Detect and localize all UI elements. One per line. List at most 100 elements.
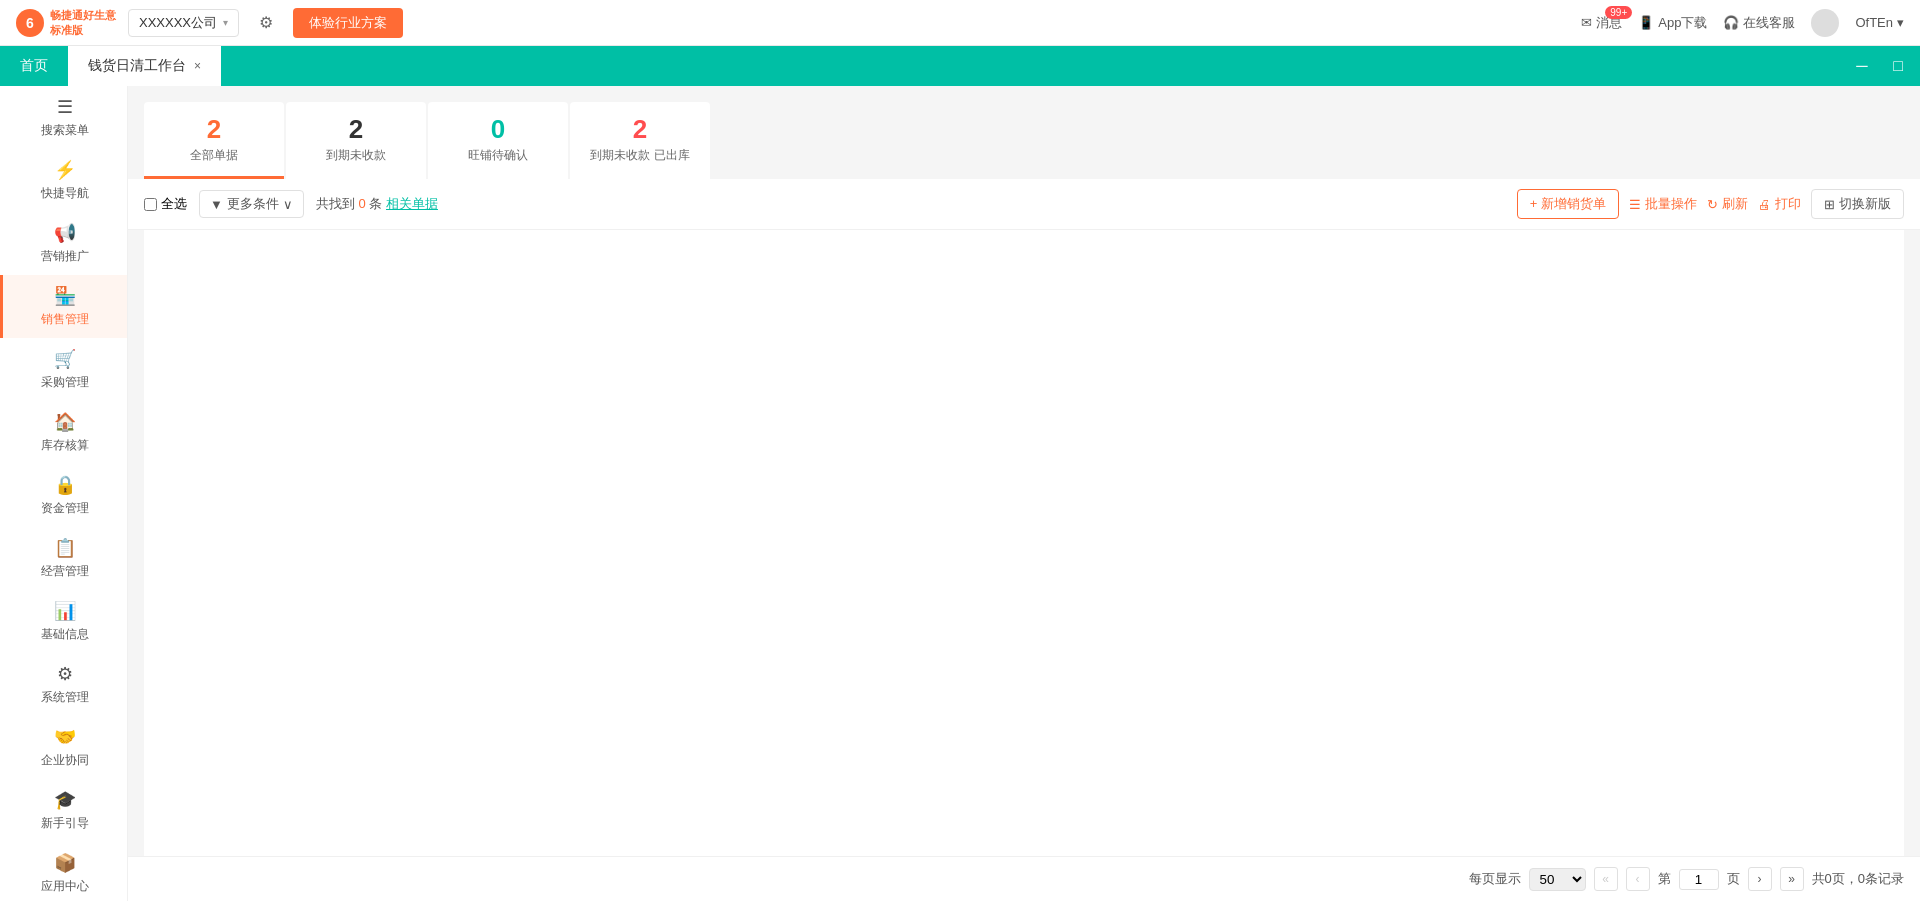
user-dropdown-icon: ▾: [1897, 15, 1904, 30]
settings-button[interactable]: ⚙: [251, 8, 281, 38]
card-pending[interactable]: 0 旺铺待确认: [428, 102, 568, 179]
sidebar-item-operations[interactable]: 📋 经营管理: [0, 527, 127, 590]
sidebar-item-search[interactable]: ☰ 搜索菜单: [0, 86, 127, 149]
per-page-select[interactable]: 50 10 20 100: [1529, 868, 1586, 891]
main-layout: ☰ 搜索菜单 ⚡ 快捷导航 📢 营销推广 🏪 销售管理 🛒 采购管理 🏠 库存核…: [0, 86, 1920, 901]
card-pending-label: 旺铺待确认: [448, 147, 548, 164]
switch-version-button[interactable]: ⊞ 切换新版: [1811, 189, 1904, 219]
refresh-button[interactable]: ↻ 刷新: [1707, 195, 1748, 213]
tab-work[interactable]: 钱货日清工作台 ×: [68, 46, 221, 86]
sidebar-label-sales: 销售管理: [41, 311, 89, 328]
finance-icon: 🔒: [54, 474, 76, 496]
user-name[interactable]: OfTEn ▾: [1855, 15, 1904, 30]
sidebar-label-system: 系统管理: [41, 689, 89, 706]
sidebar-label-enterprise: 企业协同: [41, 752, 89, 769]
card-outbound-label: 到期未收款 已出库: [590, 147, 690, 164]
sales-icon: 🏪: [54, 285, 76, 307]
found-unit: 条: [369, 196, 382, 211]
app-download-label: App下载: [1658, 14, 1707, 32]
nav-tabs: 首页 钱货日清工作台 × ─ □: [0, 46, 1920, 86]
download-icon: 📱: [1638, 15, 1654, 30]
last-page-button[interactable]: »: [1780, 867, 1804, 891]
chevron-down-icon: ▾: [223, 17, 228, 28]
card-outbound-count: 2: [590, 114, 690, 145]
toolbar-left: 全选 ▼ 更多条件 ∨ 共找到 0 条 相关单据: [144, 190, 1505, 218]
service-icon: 🎧: [1723, 15, 1739, 30]
online-service-button[interactable]: 🎧 在线客服: [1723, 14, 1795, 32]
prev-page-button[interactable]: ‹: [1626, 867, 1650, 891]
pagination: 每页显示 50 10 20 100 « ‹ 第 页 › » 共0页，0条记录: [128, 856, 1920, 901]
found-prefix: 共找到: [316, 196, 355, 211]
sidebar-item-marketing[interactable]: 📢 营销推广: [0, 212, 127, 275]
guide-icon: 🎓: [54, 789, 76, 811]
card-all[interactable]: 2 全部单据: [144, 102, 284, 179]
basic-info-icon: 📊: [54, 600, 76, 622]
sidebar-label-marketing: 营销推广: [41, 248, 89, 265]
card-all-count: 2: [164, 114, 264, 145]
refresh-icon: ↻: [1707, 197, 1718, 212]
first-page-button[interactable]: «: [1594, 867, 1618, 891]
logo-text: 畅捷通好生意 标准版: [50, 8, 116, 37]
sidebar-item-quick-nav[interactable]: ⚡ 快捷导航: [0, 149, 127, 212]
next-page-button[interactable]: ›: [1748, 867, 1772, 891]
minimize-icon[interactable]: ─: [1848, 52, 1876, 80]
select-all-checkbox[interactable]: 全选: [144, 195, 187, 213]
marketing-icon: 📢: [54, 222, 76, 244]
maximize-icon[interactable]: □: [1884, 52, 1912, 80]
trial-button[interactable]: 体验行业方案: [293, 8, 403, 38]
sidebar-item-inventory[interactable]: 🏠 库存核算: [0, 401, 127, 464]
online-service-label: 在线客服: [1743, 14, 1795, 32]
switch-icon: ⊞: [1824, 197, 1835, 212]
card-overdue[interactable]: 2 到期未收款: [286, 102, 426, 179]
sidebar-label-purchase: 采购管理: [41, 374, 89, 391]
message-button[interactable]: ✉ 消息 99+: [1581, 14, 1622, 32]
select-all-input[interactable]: [144, 198, 157, 211]
sidebar-item-app-center[interactable]: 📦 应用中心: [0, 842, 127, 901]
sidebar-label-guide: 新手引导: [41, 815, 89, 832]
sidebar-item-finance[interactable]: 🔒 资金管理: [0, 464, 127, 527]
print-icon: 🖨: [1758, 197, 1771, 212]
top-bar-left: 6 畅捷通好生意 标准版 XXXXXX公司 ▾ ⚙ 体验行业方案: [16, 8, 403, 38]
message-badge: 99+: [1605, 6, 1632, 19]
per-page-label: 每页显示: [1469, 870, 1521, 888]
toolbar: 全选 ▼ 更多条件 ∨ 共找到 0 条 相关单据 + 新增销货单 ☰: [128, 179, 1920, 230]
toolbar-right: + 新增销货单 ☰ 批量操作 ↻ 刷新 🖨 打印 ⊞ 切换新版: [1517, 189, 1904, 219]
filter-label: 更多条件: [227, 195, 279, 213]
avatar[interactable]: [1811, 9, 1839, 37]
card-overdue-count: 2: [306, 114, 406, 145]
related-link[interactable]: 相关单据: [386, 196, 438, 211]
close-tab-icon[interactable]: ×: [194, 59, 201, 73]
table-area: [144, 230, 1904, 856]
card-all-label: 全部单据: [164, 147, 264, 164]
app-center-icon: 📦: [54, 852, 76, 874]
card-pending-count: 0: [448, 114, 548, 145]
sidebar-item-purchase[interactable]: 🛒 采购管理: [0, 338, 127, 401]
page-input[interactable]: [1679, 869, 1719, 890]
company-selector[interactable]: XXXXXX公司 ▾: [128, 9, 239, 37]
work-tab-label: 钱货日清工作台: [88, 57, 186, 75]
system-icon: ⚙: [57, 663, 73, 685]
card-outbound[interactable]: 2 到期未收款 已出库: [570, 102, 710, 179]
logo-icon: 6: [16, 9, 44, 37]
sidebar-item-sales[interactable]: 🏪 销售管理: [0, 275, 127, 338]
tab-home[interactable]: 首页: [0, 46, 68, 86]
sidebar-label-search: 搜索菜单: [41, 122, 89, 139]
sidebar-item-basic-info[interactable]: 📊 基础信息: [0, 590, 127, 653]
filter-button[interactable]: ▼ 更多条件 ∨: [199, 190, 304, 218]
add-sales-order-button[interactable]: + 新增销货单: [1517, 189, 1619, 219]
sidebar-item-system[interactable]: ⚙ 系统管理: [0, 653, 127, 716]
company-name: XXXXXX公司: [139, 14, 217, 32]
search-menu-icon: ☰: [57, 96, 73, 118]
filter-arrow-icon: ∨: [283, 197, 293, 212]
found-text: 共找到 0 条 相关单据: [316, 195, 438, 213]
print-button[interactable]: 🖨 打印: [1758, 195, 1801, 213]
sidebar-label-quick-nav: 快捷导航: [41, 185, 89, 202]
app-download-button[interactable]: 📱 App下载: [1638, 14, 1707, 32]
batch-ops-button[interactable]: ☰ 批量操作: [1629, 195, 1697, 213]
sidebar-item-guide[interactable]: 🎓 新手引导: [0, 779, 127, 842]
page-label: 第: [1658, 870, 1671, 888]
print-label: 打印: [1775, 195, 1801, 213]
switch-label: 切换新版: [1839, 195, 1891, 213]
sidebar-item-enterprise[interactable]: 🤝 企业协同: [0, 716, 127, 779]
enterprise-icon: 🤝: [54, 726, 76, 748]
